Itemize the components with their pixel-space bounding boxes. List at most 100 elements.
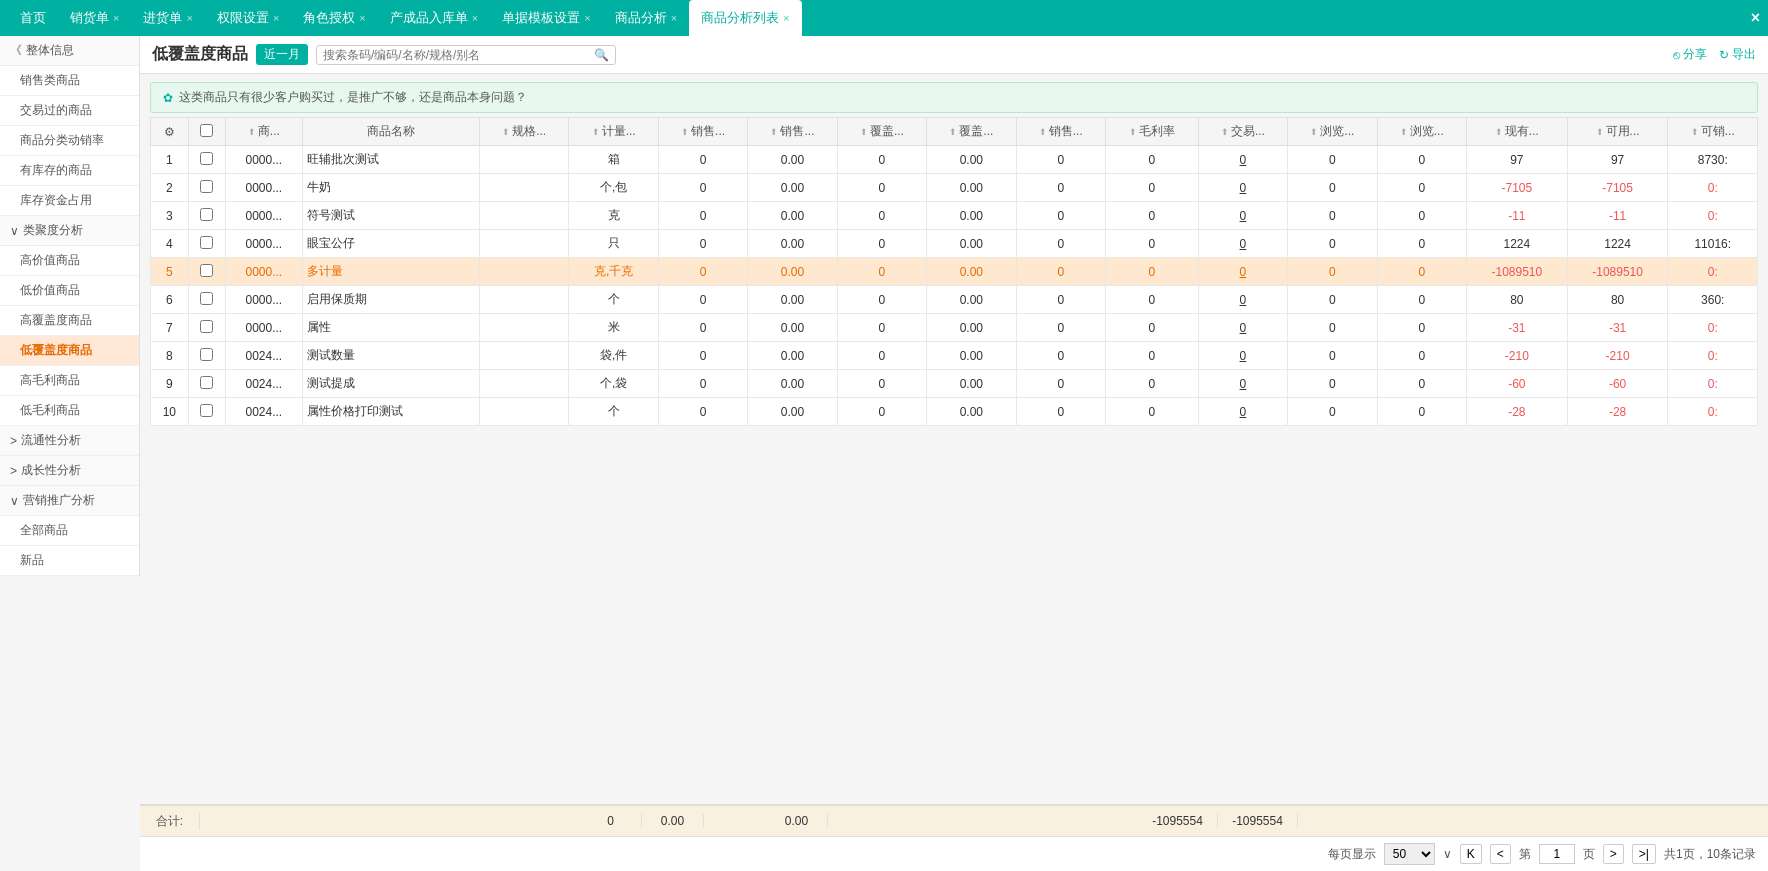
th-gear[interactable]: ⚙: [151, 118, 189, 146]
close-icon[interactable]: ×: [783, 0, 789, 36]
th-name[interactable]: 商品名称: [302, 118, 479, 146]
th-sales1[interactable]: 销售...: [658, 118, 747, 146]
th-checkbox[interactable]: [188, 118, 225, 146]
sidebar-item-all-goods[interactable]: 全部商品: [0, 516, 139, 546]
row-select-checkbox[interactable]: [200, 208, 213, 221]
nav-tab-sales[interactable]: 销货单 ×: [58, 0, 131, 36]
row-select-checkbox[interactable]: [200, 320, 213, 333]
first-page-button[interactable]: K: [1460, 844, 1482, 864]
sidebar-item-sales-goods[interactable]: 销售类商品: [0, 66, 139, 96]
sidebar-item-traded-goods[interactable]: 交易过的商品: [0, 96, 139, 126]
nav-tab-role[interactable]: 角色授权 ×: [291, 0, 377, 36]
row-s7[interactable]: 0: [1198, 230, 1287, 258]
nav-tab-home[interactable]: 首页: [8, 0, 58, 36]
close-icon[interactable]: ×: [472, 0, 478, 36]
nav-tab-perm[interactable]: 权限设置 ×: [205, 0, 291, 36]
close-icon[interactable]: ×: [186, 0, 192, 36]
close-icon[interactable]: ×: [671, 0, 677, 36]
th-coverage2[interactable]: 覆盖...: [927, 118, 1016, 146]
th-code[interactable]: 商...: [225, 118, 302, 146]
close-icon[interactable]: ×: [359, 0, 365, 36]
row-s7[interactable]: 0: [1198, 370, 1287, 398]
th-margin[interactable]: 毛利率: [1105, 118, 1198, 146]
row-checkbox[interactable]: [188, 370, 225, 398]
per-page-select[interactable]: 50 20 100 200: [1384, 843, 1435, 865]
sidebar-section-liquidity[interactable]: > 流通性分析: [0, 426, 139, 456]
th-browse2[interactable]: 浏览...: [1377, 118, 1466, 146]
page-input[interactable]: [1539, 844, 1575, 864]
nav-tab-template[interactable]: 单据模板设置 ×: [490, 0, 602, 36]
nav-tab-analysis[interactable]: 商品分析 ×: [603, 0, 689, 36]
sidebar-section-cluster[interactable]: ∨ 类聚度分析: [0, 216, 139, 246]
row-s7[interactable]: 0: [1198, 258, 1287, 286]
row-select-checkbox[interactable]: [200, 180, 213, 193]
th-sales3[interactable]: 销售...: [1016, 118, 1105, 146]
search-input[interactable]: [323, 48, 594, 62]
close-icon[interactable]: ×: [273, 0, 279, 36]
row-s7[interactable]: 0: [1198, 146, 1287, 174]
row-checkbox[interactable]: [188, 230, 225, 258]
row-s7[interactable]: 0: [1198, 286, 1287, 314]
row-checkbox[interactable]: [188, 258, 225, 286]
th-trade[interactable]: 交易...: [1198, 118, 1287, 146]
sidebar-section-growth[interactable]: > 成长性分析: [0, 456, 139, 486]
row-s7[interactable]: 0: [1198, 174, 1287, 202]
nav-tab-finished[interactable]: 产成品入库单 ×: [378, 0, 490, 36]
th-sales2[interactable]: 销售...: [748, 118, 837, 146]
sidebar-item-in-stock[interactable]: 有库存的商品: [0, 156, 139, 186]
sidebar-item-low-value[interactable]: 低价值商品: [0, 276, 139, 306]
nav-tab-analysis-list[interactable]: 商品分析列表 ×: [689, 0, 801, 36]
close-icon[interactable]: ×: [584, 0, 590, 36]
gear-icon[interactable]: ⚙: [164, 125, 175, 139]
close-icon[interactable]: ×: [113, 0, 119, 36]
next-page-button[interactable]: >: [1603, 844, 1624, 864]
row-select-checkbox[interactable]: [200, 292, 213, 305]
table-container[interactable]: ⚙ 商... 商品名称 规格... 计量... 销售... 销售... 覆盖..…: [140, 117, 1768, 804]
sidebar-item-new-goods[interactable]: 新品: [0, 546, 139, 576]
row-checkbox[interactable]: [188, 146, 225, 174]
th-unit[interactable]: 计量...: [569, 118, 658, 146]
sidebar-item-high-margin[interactable]: 高毛利商品: [0, 366, 139, 396]
sidebar-item-low-margin[interactable]: 低毛利商品: [0, 396, 139, 426]
close-all-icon[interactable]: ×: [1751, 9, 1760, 27]
th-saleable[interactable]: 可销...: [1668, 118, 1758, 146]
row-select-checkbox[interactable]: [200, 236, 213, 249]
sidebar-item-high-coverage[interactable]: 高覆盖度商品: [0, 306, 139, 336]
th-spec[interactable]: 规格...: [480, 118, 569, 146]
sidebar-item-low-coverage[interactable]: 低覆盖度商品: [0, 336, 139, 366]
row-select-checkbox[interactable]: [200, 376, 213, 389]
th-coverage1[interactable]: 覆盖...: [837, 118, 926, 146]
sidebar-item-high-value[interactable]: 高价值商品: [0, 246, 139, 276]
th-current[interactable]: 现有...: [1466, 118, 1567, 146]
row-s7[interactable]: 0: [1198, 342, 1287, 370]
period-button[interactable]: 近一月: [256, 44, 308, 65]
row-select-checkbox[interactable]: [200, 348, 213, 361]
th-browse1[interactable]: 浏览...: [1288, 118, 1377, 146]
share-button[interactable]: ⎋ 分享: [1673, 46, 1707, 63]
row-s7[interactable]: 0: [1198, 398, 1287, 426]
row-checkbox[interactable]: [188, 202, 225, 230]
row-s6: 0: [1105, 342, 1198, 370]
row-checkbox[interactable]: [188, 342, 225, 370]
row-select-checkbox[interactable]: [200, 152, 213, 165]
sidebar-item-category-rate[interactable]: 商品分类动销率: [0, 126, 139, 156]
row-select-checkbox[interactable]: [200, 264, 213, 277]
prev-page-button[interactable]: <: [1490, 844, 1511, 864]
nav-tab-purchase[interactable]: 进货单 ×: [131, 0, 204, 36]
row-checkbox[interactable]: [188, 286, 225, 314]
last-page-button[interactable]: >|: [1632, 844, 1656, 864]
th-available[interactable]: 可用...: [1567, 118, 1668, 146]
row-checkbox[interactable]: [188, 174, 225, 202]
export-button[interactable]: ↻ 导出: [1719, 46, 1756, 63]
search-icon[interactable]: 🔍: [594, 48, 609, 62]
row-select-checkbox[interactable]: [200, 404, 213, 417]
row-checkbox[interactable]: [188, 314, 225, 342]
row-s7[interactable]: 0: [1198, 314, 1287, 342]
sidebar-section-marketing[interactable]: ∨ 营销推广分析: [0, 486, 139, 516]
row-checkbox[interactable]: [188, 398, 225, 426]
sidebar-section-general[interactable]: 《 整体信息: [0, 36, 139, 66]
row-s7[interactable]: 0: [1198, 202, 1287, 230]
sidebar-item-capital-occupy[interactable]: 库存资金占用: [0, 186, 139, 216]
select-all-checkbox[interactable]: [200, 124, 213, 137]
row-s3: 0: [837, 314, 926, 342]
